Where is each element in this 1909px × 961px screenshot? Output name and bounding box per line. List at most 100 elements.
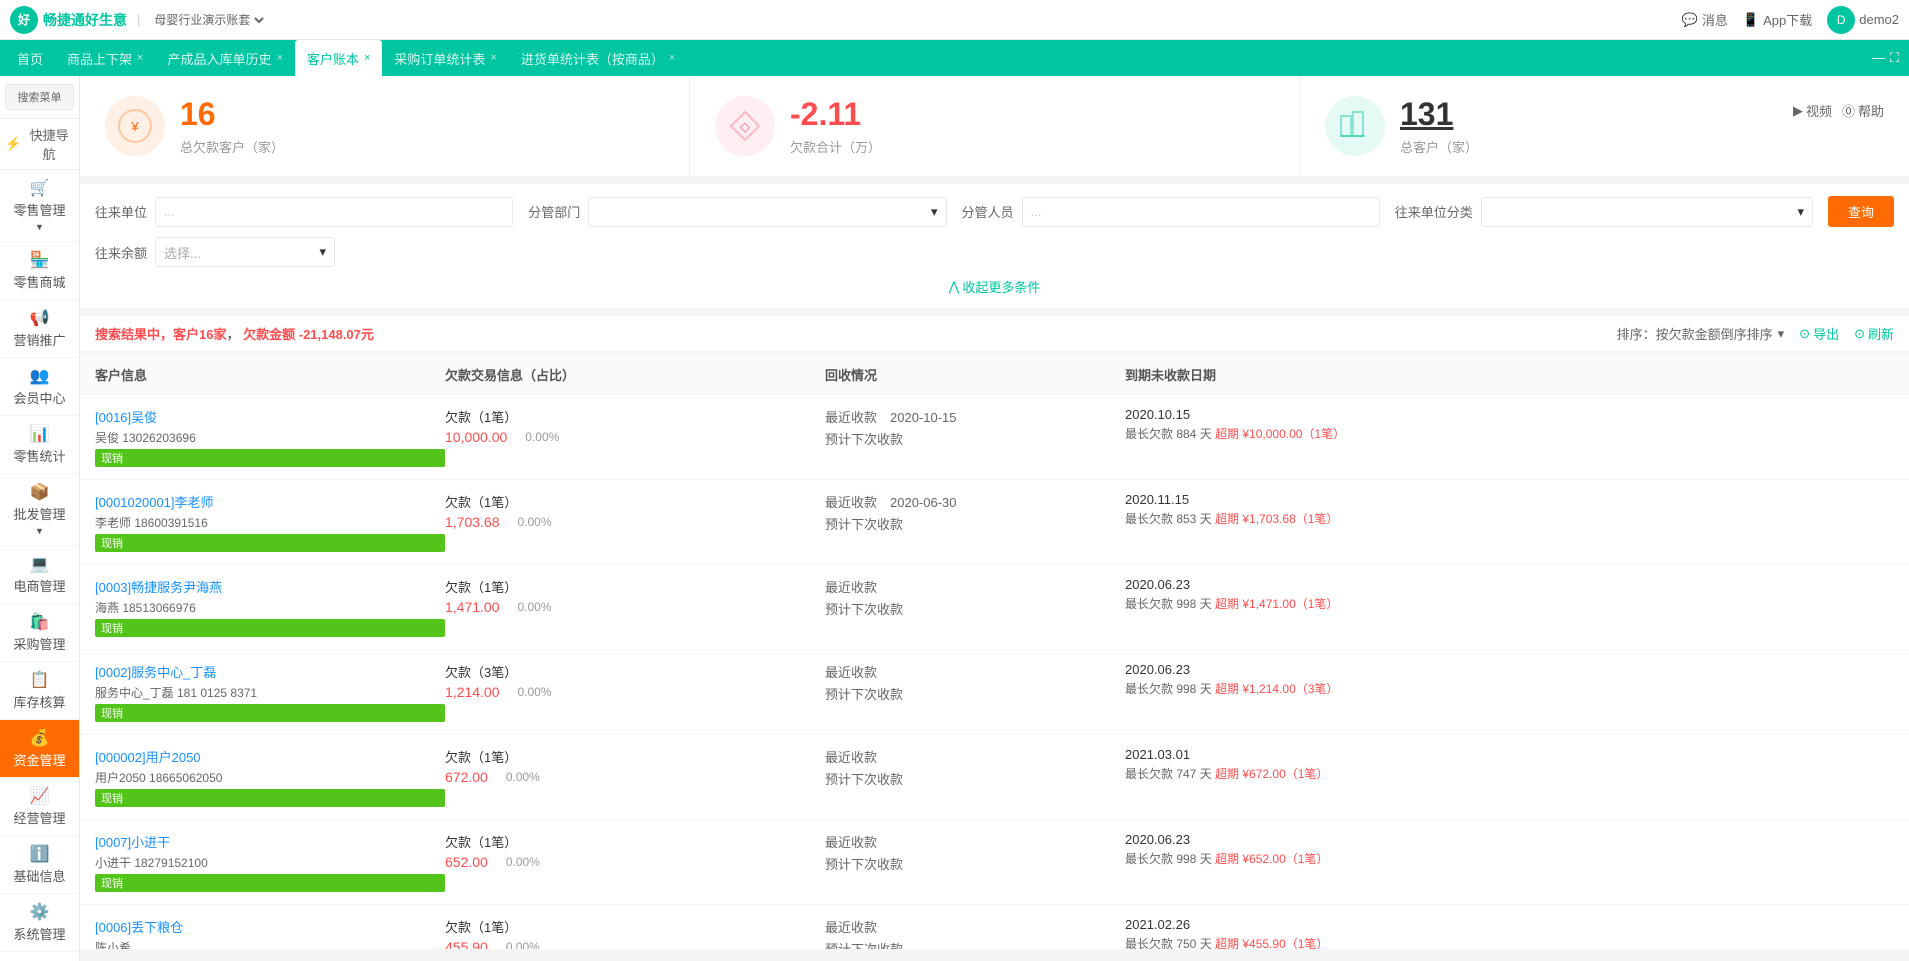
debt-percent-5: 0.00% — [506, 855, 540, 869]
sidebar-item-basic-info[interactable]: ℹ️ 基础信息 — [0, 836, 79, 894]
debt-amount-5[interactable]: 652.00 — [445, 854, 488, 870]
customer-name-0[interactable]: [0016]吴俊 — [95, 407, 445, 426]
debt-row-1: 1,703.68 0.00% — [445, 514, 825, 530]
sidebar-item-retail-stats[interactable]: 📊 零售统计 — [0, 416, 79, 474]
logo-area: 好 畅捷通好生意 — [10, 6, 127, 34]
tab-close-purchase-order[interactable]: × — [490, 52, 496, 64]
dept-select[interactable]: ▾ — [588, 197, 946, 227]
source-unit-label: 往来单位 — [95, 202, 147, 221]
next-payment-label-2: 预计下次收款 — [825, 599, 1125, 618]
mobile-icon: 📱 — [1743, 12, 1759, 28]
message-btn[interactable]: 💬 消息 — [1682, 10, 1728, 29]
debt-info-0: 欠款（1笔） 10,000.00 0.00% — [445, 407, 825, 445]
customer-info-3: [0002]服务中心_丁磊 服务中心_丁磊 181 0125 8371 现销 — [95, 662, 445, 722]
main-content: ¥ 16 总欠款客户（家） ◇ -2.11 欠款合计（万） — [80, 76, 1909, 961]
sidebar-nav: 🛒 零售管理 ▼ 🏪 零售商城 📢 营销推广 👥 会员中心 📊 零售统计 — [0, 170, 79, 961]
overdue-link-3[interactable]: 超期 ¥1,214.00（3笔） — [1215, 682, 1338, 696]
source-unit-input[interactable]: ... — [155, 197, 513, 227]
sidebar-item-inventory[interactable]: 📋 库存核算 — [0, 662, 79, 720]
sidebar-item-marketing[interactable]: 📢 营销推广 — [0, 300, 79, 358]
app-download-btn[interactable]: 📱 App下载 — [1743, 10, 1812, 29]
unit-category-select[interactable]: ▾ — [1481, 197, 1813, 227]
tab-close-production-history[interactable]: × — [276, 52, 282, 64]
minimize-icon[interactable]: — — [1872, 50, 1885, 66]
search-menu-btn[interactable]: 搜索菜单 — [5, 84, 74, 110]
customer-phone-4: 用户2050 18665062050 — [95, 769, 445, 786]
user-menu[interactable]: D demo2 — [1827, 6, 1899, 34]
sidebar-item-wholesale-mgmt[interactable]: 📦 批发管理 ▼ — [0, 474, 79, 546]
avatar: D — [1827, 6, 1855, 34]
tab-customer-account[interactable]: 客户账本 × — [295, 40, 382, 76]
debt-row-4: 672.00 0.00% — [445, 769, 825, 785]
balance-select[interactable]: 选择... ▾ — [155, 237, 335, 267]
debt-percent-4: 0.00% — [506, 770, 540, 784]
sidebar-item-system-mgmt[interactable]: ⚙️ 系统管理 — [0, 894, 79, 952]
sidebar-item-purchase-mgmt[interactable]: 🛍️ 采购管理 — [0, 604, 79, 662]
customer-name-5[interactable]: [0007]小进干 — [95, 832, 445, 851]
customer-info-6: [0006]丢下粮仓 陈小希 现销 — [95, 917, 445, 949]
customer-tag-1: 现销 — [95, 534, 445, 552]
next-payment-label-3: 预计下次收款 — [825, 684, 1125, 703]
debt-amount-6[interactable]: 455.90 — [445, 939, 488, 949]
sidebar-item-member-center[interactable]: 👥 会员中心 — [0, 358, 79, 416]
export-btn[interactable]: ⊙ 导出 — [1799, 324, 1839, 343]
due-date-2: 2020.06.23 — [1125, 577, 1894, 592]
next-payment-label-4: 预计下次收款 — [825, 769, 1125, 788]
overdue-link-1[interactable]: 超期 ¥1,703.68（1笔） — [1215, 512, 1338, 526]
customer-name-2[interactable]: [0003]畅捷服务尹海燕 — [95, 577, 445, 596]
overdue-link-0[interactable]: 超期 ¥10,000.00（1笔） — [1215, 427, 1345, 441]
refresh-btn[interactable]: ⊙ 刷新 — [1854, 324, 1894, 343]
debt-row-2: 1,471.00 0.00% — [445, 599, 825, 615]
tab-close-product-status[interactable]: × — [137, 52, 143, 64]
customer-tag-0: 现销 — [95, 449, 445, 467]
debt-amount-1[interactable]: 1,703.68 — [445, 514, 500, 530]
debt-amount-3[interactable]: 1,214.00 — [445, 684, 500, 700]
table-row-inner-0: [0016]吴俊 吴俊 13026203696 现销 欠款（1笔） 10,000… — [80, 395, 1909, 479]
sidebar-item-enterprise-collab[interactable]: 🤝 企业协同 — [0, 952, 79, 961]
overdue-link-6[interactable]: 超期 ¥455.90（1笔） — [1215, 937, 1328, 949]
sidebar-item-finance-mgmt[interactable]: 💰 资金管理 — [0, 720, 79, 778]
results-bar: 搜索结果中，客户16家， 欠款金额 -21,148.07元 排序：按欠款金额倒序… — [80, 316, 1909, 351]
customer-name-3[interactable]: [0002]服务中心_丁磊 — [95, 662, 445, 681]
sidebar-item-ecommerce[interactable]: 💻 电商管理 — [0, 546, 79, 604]
table-row: [0007]小进干 小进干 18279152100 现销 欠款（1笔） 652.… — [80, 820, 1909, 905]
tab-production-history[interactable]: 产成品入库单历史 × — [155, 40, 294, 76]
due-detail-1: 最长欠款 853 天 超期 ¥1,703.68（1笔） — [1125, 510, 1894, 527]
sort-select[interactable]: 排序：按欠款金额倒序排序 ▾ — [1617, 324, 1785, 343]
quick-nav[interactable]: ⚡ 快捷导航 — [0, 119, 79, 170]
filter-manager: 分管人员 ... — [962, 197, 1380, 227]
collapse-btn[interactable]: ⋀ 收起更多条件 — [95, 277, 1894, 296]
tab-product-status[interactable]: 商品上下架 × — [55, 40, 155, 76]
debt-amount-4[interactable]: 672.00 — [445, 769, 488, 785]
maximize-icon[interactable]: ⛶ — [1890, 50, 1899, 66]
debt-amount-0[interactable]: 10,000.00 — [445, 429, 507, 445]
customer-name-6[interactable]: [0006]丢下粮仓 — [95, 917, 445, 936]
sidebar-item-retail-mgmt[interactable]: 🛒 零售管理 ▼ — [0, 170, 79, 242]
debt-row-6: 455.90 0.00% — [445, 939, 825, 949]
tab-purchase-order[interactable]: 采购订单统计表 × — [382, 40, 508, 76]
tab-home[interactable]: 首页 — [5, 40, 55, 76]
sidebar-item-business-mgmt[interactable]: 📈 经营管理 — [0, 778, 79, 836]
tab-close-purchase-stats[interactable]: × — [669, 52, 675, 64]
overdue-link-4[interactable]: 超期 ¥672.00（1笔） — [1215, 767, 1328, 781]
due-date-1: 2020.11.15 — [1125, 492, 1894, 507]
search-btn[interactable]: 查询 — [1828, 196, 1894, 227]
manager-input[interactable]: ... — [1022, 197, 1380, 227]
sidebar-item-retail-mall[interactable]: 🏪 零售商城 — [0, 242, 79, 300]
card-value-2: -2.11 — [790, 96, 1274, 133]
table-header: 客户信息 欠款交易信息（占比） 回收情况 到期未收款日期 — [80, 355, 1909, 395]
overdue-link-2[interactable]: 超期 ¥1,471.00（1笔） — [1215, 597, 1338, 611]
customer-name-4[interactable]: [000002]用户2050 — [95, 747, 445, 766]
recent-payment-label-6: 最近收款 — [825, 917, 1125, 936]
customer-name-1[interactable]: [0001020001]李老师 — [95, 492, 445, 511]
finance-icon: 💰 — [5, 728, 74, 748]
tab-close-customer-account[interactable]: × — [364, 52, 370, 64]
debt-amount-2[interactable]: 1,471.00 — [445, 599, 500, 615]
video-btn[interactable]: ▶ 视频 — [1793, 101, 1832, 120]
debt-info-3: 欠款（3笔） 1,214.00 0.00% — [445, 662, 825, 700]
tab-purchase-stats[interactable]: 进货单统计表（按商品） × — [509, 40, 687, 76]
filter-unit-category: 往来单位分类 ▾ — [1395, 197, 1813, 227]
company-select[interactable]: 母婴行业演示账套 — [150, 12, 267, 28]
help-btn[interactable]: ⓪ 帮助 — [1842, 101, 1884, 120]
overdue-link-5[interactable]: 超期 ¥652.00（1笔） — [1215, 852, 1328, 866]
